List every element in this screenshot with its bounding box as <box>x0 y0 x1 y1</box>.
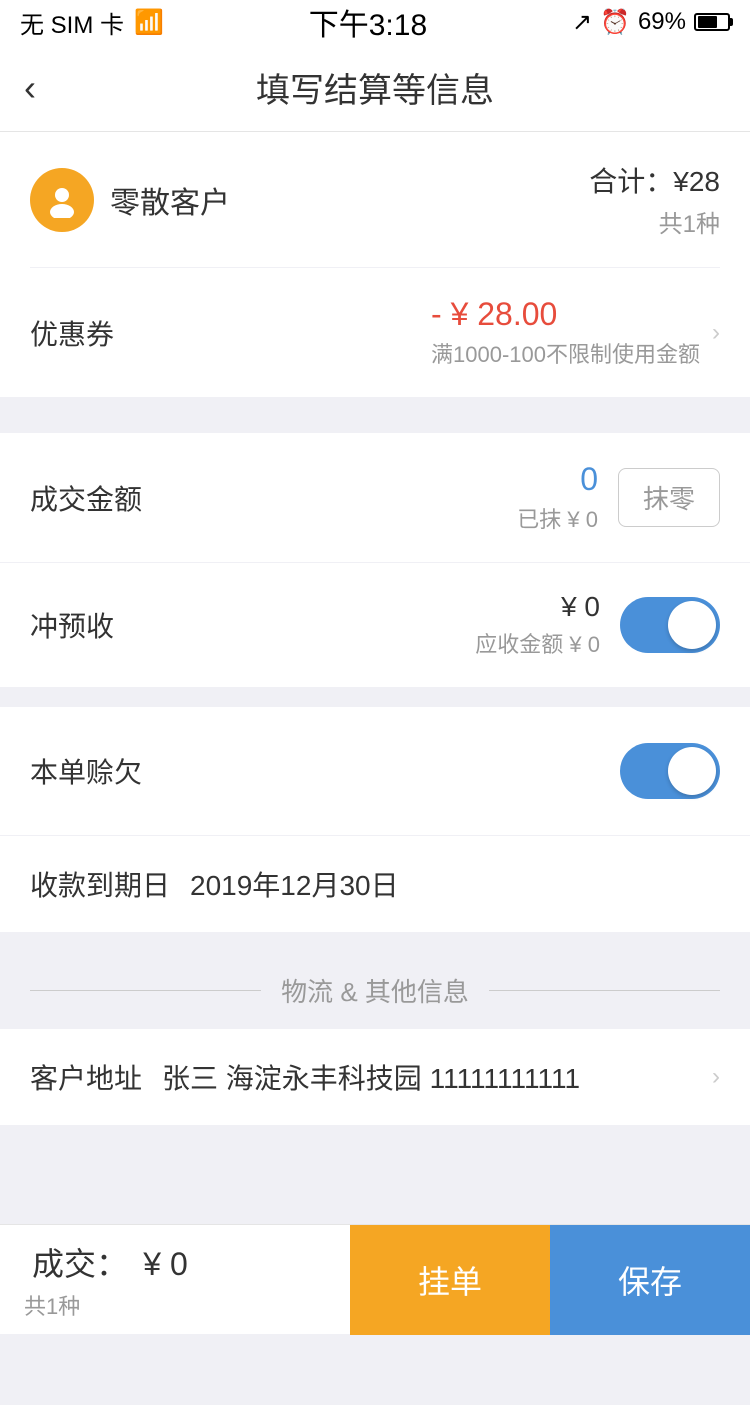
alarm-icon: ⏰ <box>600 8 630 37</box>
total-amount: 合计：¥28 <box>589 160 720 200</box>
content: 零散客户 合计：¥28 共1种 优惠券 - ¥ 28.00 满1000-100不… <box>0 132 750 1405</box>
section-gap-1 <box>0 413 750 433</box>
section-gap-8 <box>0 1205 750 1225</box>
prereceive-amount-group: ¥ 0 应收金额 ¥ 0 <box>475 591 600 659</box>
deal-value: ¥ 0 <box>143 1246 187 1282</box>
coupon-desc: 满1000-100不限制使用金额 <box>431 337 700 369</box>
duedate-value[interactable]: 2019年12月30日 <box>190 864 399 904</box>
transaction-sub: 已抹 ¥ 0 <box>517 502 598 534</box>
no-sim-text: 无 SIM 卡 <box>20 5 124 40</box>
bottom-count: 共1种 <box>24 1289 326 1321</box>
customer-name: 零散客户 <box>110 178 230 222</box>
chevron-right-icon: › <box>712 319 720 347</box>
customer-left: 零散客户 <box>30 168 230 232</box>
location-icon: ↗ <box>572 8 592 37</box>
address-label: 客户地址 <box>30 1057 142 1097</box>
battery-icon <box>694 13 730 31</box>
transaction-right: 0 已抹 ¥ 0 抹零 <box>517 461 720 534</box>
debt-toggle-knob <box>668 747 716 795</box>
transaction-info: 0 已抹 ¥ 0 <box>517 461 598 534</box>
nav-bar: ‹ 填写结算等信息 <box>0 44 750 132</box>
logistics-line-right <box>489 990 720 991</box>
transaction-label: 成交金额 <box>30 478 142 518</box>
status-time: 下午3:18 <box>309 0 427 44</box>
prereceive-receivable: 应收金额 ¥ 0 <box>475 627 600 659</box>
address-left: 客户地址 张三 海淀永丰科技园 11111111111 <box>30 1057 580 1097</box>
prereceive-right: ¥ 0 应收金额 ¥ 0 <box>475 591 720 659</box>
coupon-row[interactable]: 优惠券 - ¥ 28.00 满1000-100不限制使用金额 › <box>0 268 750 397</box>
debt-toggle[interactable] <box>620 743 720 799</box>
logistics-header: 物流 & 其他信息 <box>0 952 750 1029</box>
prereceive-amount: ¥ 0 <box>475 591 600 623</box>
total-count: 共1种 <box>589 204 720 239</box>
logistics-label: 物流 & 其他信息 <box>261 972 489 1009</box>
prereceive-row: 冲预收 ¥ 0 应收金额 ¥ 0 <box>0 562 750 687</box>
debt-section: 本单赊欠 收款到期日 2019年12月30日 <box>0 707 750 932</box>
round-zero-button[interactable]: 抹零 <box>618 468 720 527</box>
section-gap-6 <box>0 1165 750 1185</box>
duedate-label: 收款到期日 <box>30 864 170 904</box>
transaction-section: 成交金额 0 已抹 ¥ 0 抹零 冲预收 ¥ 0 应收金额 ¥ 0 <box>0 433 750 687</box>
debt-label: 本单赊欠 <box>30 751 142 791</box>
toggle-knob <box>668 601 716 649</box>
customer-card: 零散客户 合计：¥28 共1种 优惠券 - ¥ 28.00 满1000-100不… <box>0 132 750 397</box>
save-button[interactable]: 保存 <box>550 1225 750 1335</box>
coupon-info: - ¥ 28.00 满1000-100不限制使用金额 <box>431 296 700 369</box>
prereceive-label: 冲预收 <box>30 605 114 645</box>
back-button[interactable]: ‹ <box>24 67 36 109</box>
transaction-value[interactable]: 0 <box>580 461 598 497</box>
status-left: 无 SIM 卡 📶 <box>20 5 164 40</box>
avatar <box>30 168 94 232</box>
bottom-bar: 成交： ¥ 0 共1种 挂单 保存 <box>0 1224 750 1334</box>
status-bar: 无 SIM 卡 📶 下午3:18 ↗ ⏰ 69% <box>0 0 750 44</box>
hang-order-button[interactable]: 挂单 <box>350 1225 550 1335</box>
address-row[interactable]: 客户地址 张三 海淀永丰科技园 11111111111 › <box>0 1029 750 1125</box>
customer-right: 合计：¥28 共1种 <box>589 160 720 239</box>
logistics-line-left <box>30 990 261 991</box>
section-gap-4 <box>0 1125 750 1145</box>
wifi-icon: 📶 <box>134 8 164 37</box>
status-right: ↗ ⏰ 69% <box>572 8 730 37</box>
coupon-label: 优惠券 <box>30 313 114 353</box>
bottom-info: 成交： ¥ 0 共1种 <box>0 1225 350 1334</box>
section-gap-2 <box>0 687 750 707</box>
battery-percent: 69% <box>638 8 686 36</box>
address-chevron-icon: › <box>712 1063 720 1091</box>
customer-row: 零散客户 合计：¥28 共1种 <box>0 132 750 267</box>
bottom-deal-row: 成交： ¥ 0 <box>24 1239 326 1285</box>
page-title: 填写结算等信息 <box>256 63 494 112</box>
section-gap-3 <box>0 932 750 952</box>
address-value: 张三 海淀永丰科技园 11111111111 <box>162 1057 580 1097</box>
deal-label: 成交： <box>32 1246 128 1282</box>
prereceive-toggle[interactable] <box>620 597 720 653</box>
coupon-right: - ¥ 28.00 满1000-100不限制使用金额 › <box>431 296 720 369</box>
transaction-amount-row: 成交金额 0 已抹 ¥ 0 抹零 <box>0 433 750 562</box>
section-gap-5 <box>0 1145 750 1165</box>
section-gap-7 <box>0 1185 750 1205</box>
duedate-row: 收款到期日 2019年12月30日 <box>0 835 750 932</box>
coupon-discount: - ¥ 28.00 <box>431 296 700 333</box>
debt-row: 本单赊欠 <box>0 707 750 835</box>
